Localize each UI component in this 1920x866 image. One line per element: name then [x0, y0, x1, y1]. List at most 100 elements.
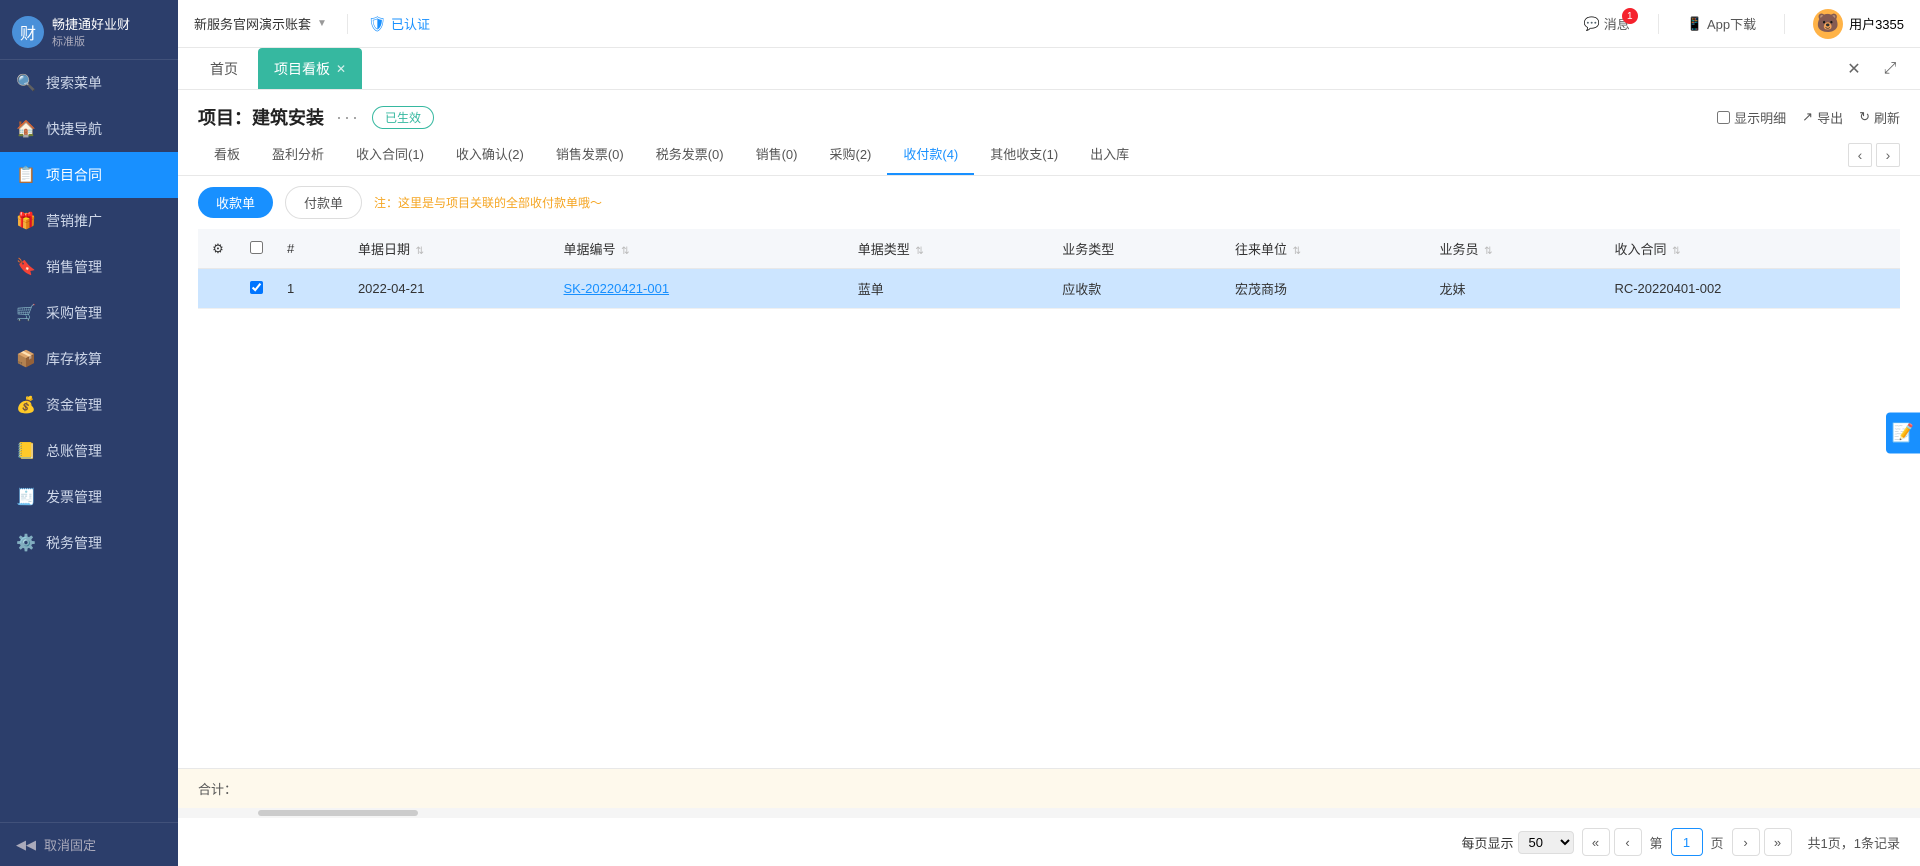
- user-menu[interactable]: 🐻 用户3355: [1813, 9, 1904, 39]
- select-all-checkbox[interactable]: [250, 241, 263, 254]
- subtab-warehouse[interactable]: 出入库: [1074, 134, 1145, 175]
- subtab-warehouse-label: 出入库: [1090, 147, 1129, 162]
- horizontal-scrollbar[interactable]: [178, 808, 1920, 818]
- tab-project-board[interactable]: 项目看板 ✕: [258, 48, 362, 89]
- sidebar-item-marketing[interactable]: 🎁 营销推广: [0, 198, 178, 244]
- table-wrapper: ⚙ # 单据日期 ⇅ 单据编号 ⇅: [178, 229, 1920, 768]
- last-page-button[interactable]: »: [1764, 828, 1792, 856]
- sidebar-item-invoice[interactable]: 🧾 发票管理: [0, 474, 178, 520]
- show-detail-checkbox[interactable]: 显示明细: [1717, 108, 1786, 127]
- current-page[interactable]: 1: [1671, 828, 1703, 856]
- app-download-button[interactable]: 📱 App下载: [1687, 14, 1756, 33]
- prev-page-button[interactable]: ‹: [1614, 828, 1642, 856]
- code-column-header[interactable]: 单据编号 ⇅: [552, 229, 846, 269]
- account-selector[interactable]: 新服务官网演示账套 ▼: [194, 14, 327, 33]
- sidebar-item-contracts[interactable]: 📋 项目合同: [0, 152, 178, 198]
- sidebar-item-purchase[interactable]: 🛒 采购管理: [0, 290, 178, 336]
- sidebar-item-label: 搜索菜单: [46, 73, 102, 93]
- tab-close-icon[interactable]: ✕: [336, 62, 346, 76]
- salesperson-label: 业务员: [1439, 242, 1478, 257]
- sidebar-item-inventory[interactable]: 📦 库存核算: [0, 336, 178, 382]
- partner-column-header[interactable]: 往来单位 ⇅: [1223, 229, 1428, 269]
- type-column-header[interactable]: 单据类型 ⇅: [846, 229, 1051, 269]
- subtab-tax-invoice-label: 税务发票(0): [656, 147, 724, 162]
- page-size-select[interactable]: 50 10 20 100: [1518, 831, 1574, 854]
- subtab-sales[interactable]: 销售(0): [740, 134, 814, 175]
- sort-icon[interactable]: ⇅: [621, 246, 629, 257]
- subtab-tax-invoice[interactable]: 税务发票(0): [640, 134, 740, 175]
- scroll-thumb[interactable]: [258, 810, 418, 816]
- subtab-profit[interactable]: 盈利分析: [256, 134, 340, 175]
- maximize-window-button[interactable]: ⤢: [1876, 55, 1904, 83]
- next-page-button[interactable]: ›: [1732, 828, 1760, 856]
- subtab-payment-label: 收付款(4): [903, 147, 958, 162]
- message-icon: 💬: [1584, 16, 1600, 32]
- project-more-button[interactable]: ···: [336, 107, 360, 128]
- sidebar-logo: 财 畅捷通好业财 标准版: [0, 0, 178, 60]
- marketing-icon: 🎁: [16, 211, 36, 231]
- subtab-other-income[interactable]: 其他收支(1): [974, 134, 1074, 175]
- app-logo-text: 畅捷通好业财 标准版: [52, 14, 130, 49]
- sidebar-item-sales[interactable]: 🔖 销售管理: [0, 244, 178, 290]
- sidebar-item-label: 总账管理: [46, 441, 102, 461]
- check-column-header[interactable]: [238, 229, 275, 269]
- subtab-sales-invoice[interactable]: 销售发票(0): [540, 134, 640, 175]
- subtab-payment[interactable]: 收付款(4): [887, 134, 974, 175]
- app-name: 畅捷通好业财: [52, 14, 130, 33]
- export-button[interactable]: ↗ 导出: [1802, 108, 1843, 127]
- subtab-purchase[interactable]: 采购(2): [813, 134, 887, 175]
- sort-icon[interactable]: ⇅: [416, 246, 424, 257]
- settings-icon[interactable]: ⚙: [212, 241, 224, 256]
- code-cell[interactable]: SK-20220421-001: [552, 269, 846, 309]
- right-float-button[interactable]: 📝: [1886, 413, 1920, 454]
- pay-filter-button[interactable]: 付款单: [285, 186, 362, 219]
- salesperson-column-header[interactable]: 业务员 ⇅: [1427, 229, 1602, 269]
- sidebar-item-quicknav[interactable]: 🏠 快捷导航: [0, 106, 178, 152]
- check-cell[interactable]: [238, 269, 275, 309]
- sidebar-item-tax[interactable]: ⚙️ 税务管理: [0, 520, 178, 566]
- income-contract-column-header[interactable]: 收入合同 ⇅: [1602, 229, 1900, 269]
- refresh-label: 刷新: [1874, 108, 1900, 127]
- sidebar-item-funds[interactable]: 💰 资金管理: [0, 382, 178, 428]
- page-end-label: 页: [1711, 833, 1724, 852]
- biz-type-label: 业务类型: [1062, 242, 1114, 257]
- table-header-row: ⚙ # 单据日期 ⇅ 单据编号 ⇅: [198, 229, 1900, 269]
- username-label: 用户3355: [1849, 14, 1904, 33]
- subtab-income-contract[interactable]: 收入合同(1): [340, 134, 440, 175]
- messages-button[interactable]: 💬 消息 1: [1584, 14, 1630, 33]
- row-checkbox[interactable]: [250, 281, 263, 294]
- sidebar: 财 畅捷通好业财 标准版 🔍 搜索菜单 🏠 快捷导航 📋 项目合同 🎁 营销推广…: [0, 0, 178, 866]
- receive-filter-button[interactable]: 收款单: [198, 187, 273, 218]
- tab-home[interactable]: 首页: [194, 48, 254, 89]
- sort-icon[interactable]: ⇅: [915, 246, 923, 257]
- app-version: 标准版: [52, 33, 130, 49]
- sidebar-item-ledger[interactable]: 📒 总账管理: [0, 428, 178, 474]
- close-window-button[interactable]: ✕: [1840, 55, 1868, 83]
- subtab-next-button[interactable]: ›: [1876, 143, 1900, 167]
- subtab-prev-button[interactable]: ‹: [1848, 143, 1872, 167]
- date-column-header[interactable]: 单据日期 ⇅: [346, 229, 552, 269]
- sort-icon[interactable]: ⇅: [1672, 246, 1680, 257]
- main-area: 新服务官网演示账套 ▼ 🛡 已认证 💬 消息 1 📱 App下载 🐻: [178, 0, 1920, 866]
- subtab-income-confirm-label: 收入确认(2): [456, 147, 524, 162]
- settings-column-header[interactable]: ⚙: [198, 229, 238, 269]
- table-row[interactable]: 1 2022-04-21 SK-20220421-001 蓝单 应收款 宏茂商场…: [198, 269, 1900, 309]
- sidebar-item-search[interactable]: 🔍 搜索菜单: [0, 60, 178, 106]
- refresh-button[interactable]: ↻ 刷新: [1859, 108, 1900, 127]
- tab-home-label: 首页: [210, 59, 238, 79]
- note-icon: 📝: [1892, 423, 1914, 443]
- page-label: 第: [1650, 833, 1663, 852]
- subtab-income-contract-label: 收入合同(1): [356, 147, 424, 162]
- page-size-selector[interactable]: 每页显示 50 10 20 100: [1461, 831, 1573, 854]
- unpin-button[interactable]: ◀◀ 取消固定: [0, 822, 178, 866]
- code-link[interactable]: SK-20220421-001: [564, 281, 670, 296]
- filter-note: 注：这里是与项目关联的全部收付款单哦～: [374, 194, 602, 211]
- subtab-kanban[interactable]: 看板: [198, 134, 256, 175]
- show-detail-input[interactable]: [1717, 111, 1730, 124]
- sort-icon[interactable]: ⇅: [1293, 246, 1301, 257]
- pagination: 每页显示 50 10 20 100 « ‹ 第 1 页 › » 共1页，1条记录: [178, 818, 1920, 866]
- sort-icon[interactable]: ⇅: [1484, 246, 1492, 257]
- first-page-button[interactable]: «: [1582, 828, 1610, 856]
- subtab-income-confirm[interactable]: 收入确认(2): [440, 134, 540, 175]
- ledger-icon: 📒: [16, 441, 36, 461]
